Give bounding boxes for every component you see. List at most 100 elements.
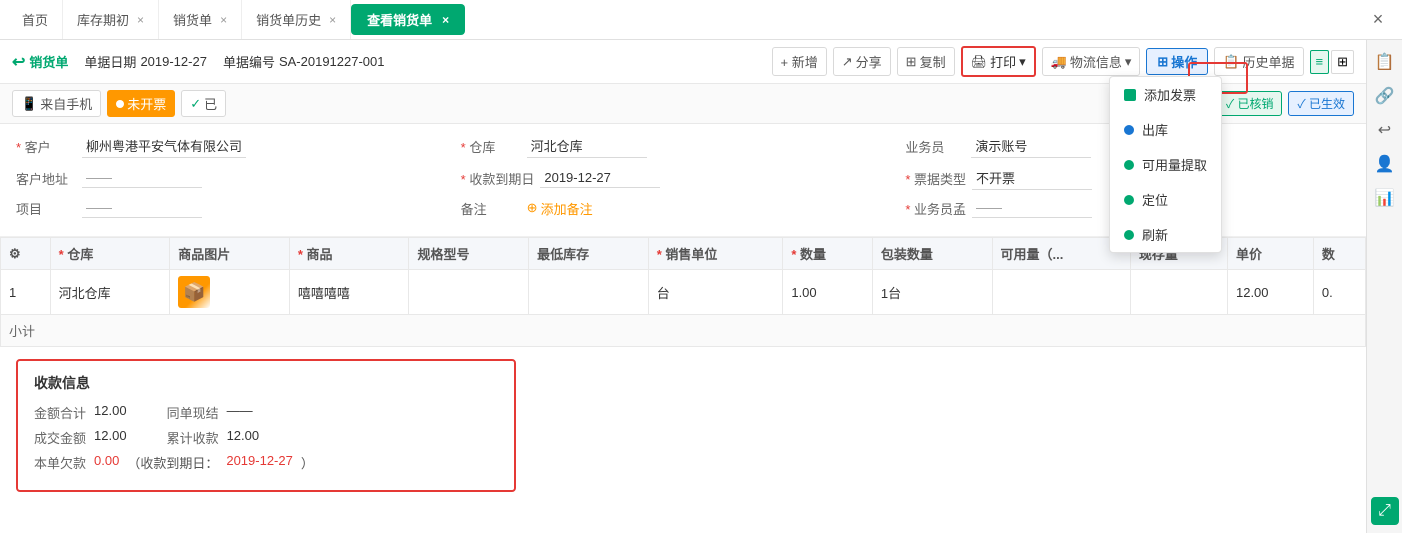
add-invoice-icon	[1124, 89, 1136, 101]
customer-value[interactable]: 柳州粤港平安气体有限公司	[82, 134, 246, 158]
staff-label: 业务员	[905, 137, 965, 156]
tab-inventory[interactable]: 库存期初 ×	[63, 0, 159, 39]
ticket-value[interactable]: 不开票	[972, 166, 1092, 190]
dropdown-available-qty[interactable]: 可用量提取	[1110, 147, 1221, 182]
check-icon: ✓	[190, 96, 201, 112]
add-button-label: + 新增	[781, 52, 818, 71]
outbound-label: 出库	[1142, 120, 1168, 139]
due-date-label: 收款到期日	[461, 169, 535, 188]
tab-inventory-close[interactable]: ×	[137, 13, 144, 27]
customer-field: 客户 柳州粤港平安气体有限公司	[16, 134, 461, 158]
table-row: 1 河北仓库 📦 嘻嘻嘻嘻 台 1.00 1台	[1, 270, 1366, 315]
tab-bar-right: ×	[1362, 4, 1394, 36]
add-note-label: 添加备注	[541, 199, 593, 218]
logistics-button[interactable]: 🚚 物流信息 ▾	[1042, 47, 1141, 76]
dropdown-add-invoice[interactable]: 添加发票	[1110, 77, 1221, 112]
from-phone-button[interactable]: 📱 来自手机	[12, 90, 101, 117]
total-amount-key: 金额合计	[34, 403, 86, 422]
project-label: 项目	[16, 199, 76, 218]
row-spec	[409, 270, 529, 315]
view-icons: ≡ ⊞	[1310, 50, 1355, 74]
tab-view-sales[interactable]: 查看销货单 ×	[351, 4, 465, 35]
cumulative-key: 累计收款	[167, 428, 219, 447]
logistics-label: 物流信息	[1070, 52, 1122, 71]
product-table: ⚙ 仓库 商品图片 商品 规格型号 最低库存 销售单位 数量 包装数量 可用量（…	[0, 237, 1366, 347]
sidebar-expand-icon[interactable]: ⤢	[1371, 497, 1399, 525]
tab-home[interactable]: 首页	[8, 0, 63, 39]
ticket-status-label: 未开票	[127, 94, 166, 113]
tab-history-close[interactable]: ×	[329, 13, 336, 27]
history-label: 历史单据	[1242, 52, 1294, 71]
same-order-item: 同单现结 ——	[167, 403, 253, 422]
tab-view-sales-close[interactable]: ×	[442, 13, 449, 27]
dropdown-locate[interactable]: 定位	[1110, 182, 1221, 217]
tab-sales-close[interactable]: ×	[220, 13, 227, 27]
address-field: 客户地址 ——	[16, 168, 461, 188]
same-order-val: ——	[227, 403, 253, 422]
tab-view-sales-label: 查看销货单	[367, 10, 432, 29]
payment-row-1: 金额合计 12.00 同单现结 ——	[34, 403, 498, 422]
doc-date-item: 单据日期 2019-12-27	[84, 52, 207, 71]
row-no: 1	[1, 270, 51, 315]
verified-status: ✓ 已核销	[1217, 91, 1283, 116]
table-container: ⚙ 仓库 商品图片 商品 规格型号 最低库存 销售单位 数量 包装数量 可用量（…	[0, 237, 1366, 347]
cumulative-val: 12.00	[227, 428, 260, 447]
refresh-icon	[1124, 230, 1134, 240]
check-label: 已	[204, 94, 217, 113]
share-label: 分享	[856, 52, 882, 71]
phone-icon: 📱	[21, 96, 37, 112]
row-qty: 1.00	[783, 270, 873, 315]
copy-button[interactable]: ⊞ 复制	[897, 47, 955, 76]
doc-number-value: SA-20191227-001	[279, 54, 385, 69]
add-note-button[interactable]: ⊕ 添加备注	[527, 199, 593, 218]
sidebar-doc-icon[interactable]: 📋	[1371, 48, 1399, 76]
project-value: ——	[82, 198, 202, 218]
sidebar-link-icon[interactable]: 🔗	[1371, 82, 1399, 110]
cumulative-item: 累计收款 12.00	[167, 428, 260, 447]
warehouse-value[interactable]: 河北仓库	[527, 134, 647, 158]
add-button[interactable]: + 新增	[772, 47, 827, 76]
balance-val: 0.00	[94, 453, 119, 472]
print-button[interactable]: 🖨 打印 ▾	[961, 46, 1036, 77]
warehouse-label: 仓库	[461, 137, 521, 156]
operation-label: 操作	[1171, 52, 1197, 71]
tab-home-label: 首页	[22, 10, 48, 29]
balance-item: 本单欠款 0.00 （收款到期日： 2019-12-27 ）	[34, 453, 314, 472]
payment-box: 收款信息 金额合计 12.00 同单现结 —— 成交金额 12.00	[16, 359, 516, 492]
share-button[interactable]: ↗ 分享	[833, 47, 891, 76]
row-pkg: 1台	[872, 270, 992, 315]
effective-status: ✓ 已生效	[1288, 91, 1354, 116]
dropdown-outbound[interactable]: 出库	[1110, 112, 1221, 147]
operation-dropdown: 添加发票 出库 可用量提取 定位 刷新	[1109, 76, 1222, 253]
ticket-status-button[interactable]: 未开票	[107, 90, 175, 117]
tab-sales[interactable]: 销货单 ×	[159, 0, 242, 39]
col-qty: 数量	[783, 238, 873, 270]
tab-history-label: 销货单历史	[256, 10, 321, 29]
operation-button[interactable]: ⊞ 操作	[1146, 48, 1208, 75]
payment-title: 收款信息	[34, 373, 498, 393]
address-label: 客户地址	[16, 169, 76, 188]
warehouse-field: 仓库 河北仓库	[461, 134, 906, 158]
tab-history[interactable]: 销货单历史 ×	[242, 0, 351, 39]
product-image: 📦	[178, 276, 210, 308]
dropdown-refresh[interactable]: 刷新	[1110, 217, 1221, 252]
sidebar-user-icon[interactable]: 👤	[1371, 150, 1399, 178]
col-min-stock: 最低库存	[529, 238, 649, 270]
balance-date: 2019-12-27	[226, 453, 293, 472]
window-close-button[interactable]: ×	[1362, 4, 1394, 36]
due-date-field: 收款到期日 2019-12-27	[461, 168, 906, 188]
check-button[interactable]: ✓ 已	[181, 90, 226, 117]
doc-title-label: 销货单	[29, 52, 68, 71]
list-view-icon[interactable]: ≡	[1310, 50, 1330, 74]
grid-view-icon[interactable]: ⊞	[1331, 50, 1354, 74]
sidebar-chart-icon[interactable]: 📊	[1371, 184, 1399, 212]
doc-actions: + 新增 ↗ 分享 ⊞ 复制 🖨 打印 ▾	[772, 46, 1354, 77]
doc-icon: ↩	[12, 52, 25, 72]
row-price: 12.00	[1227, 270, 1313, 315]
due-date-value[interactable]: 2019-12-27	[540, 168, 660, 188]
sidebar-reply-icon[interactable]: ↩	[1371, 116, 1399, 144]
payment-row-2: 成交金额 12.00 累计收款 12.00	[34, 428, 498, 447]
row-min-stock	[529, 270, 649, 315]
history-button[interactable]: 📋 历史单据	[1214, 47, 1303, 76]
col-settings[interactable]: ⚙	[1, 238, 51, 270]
